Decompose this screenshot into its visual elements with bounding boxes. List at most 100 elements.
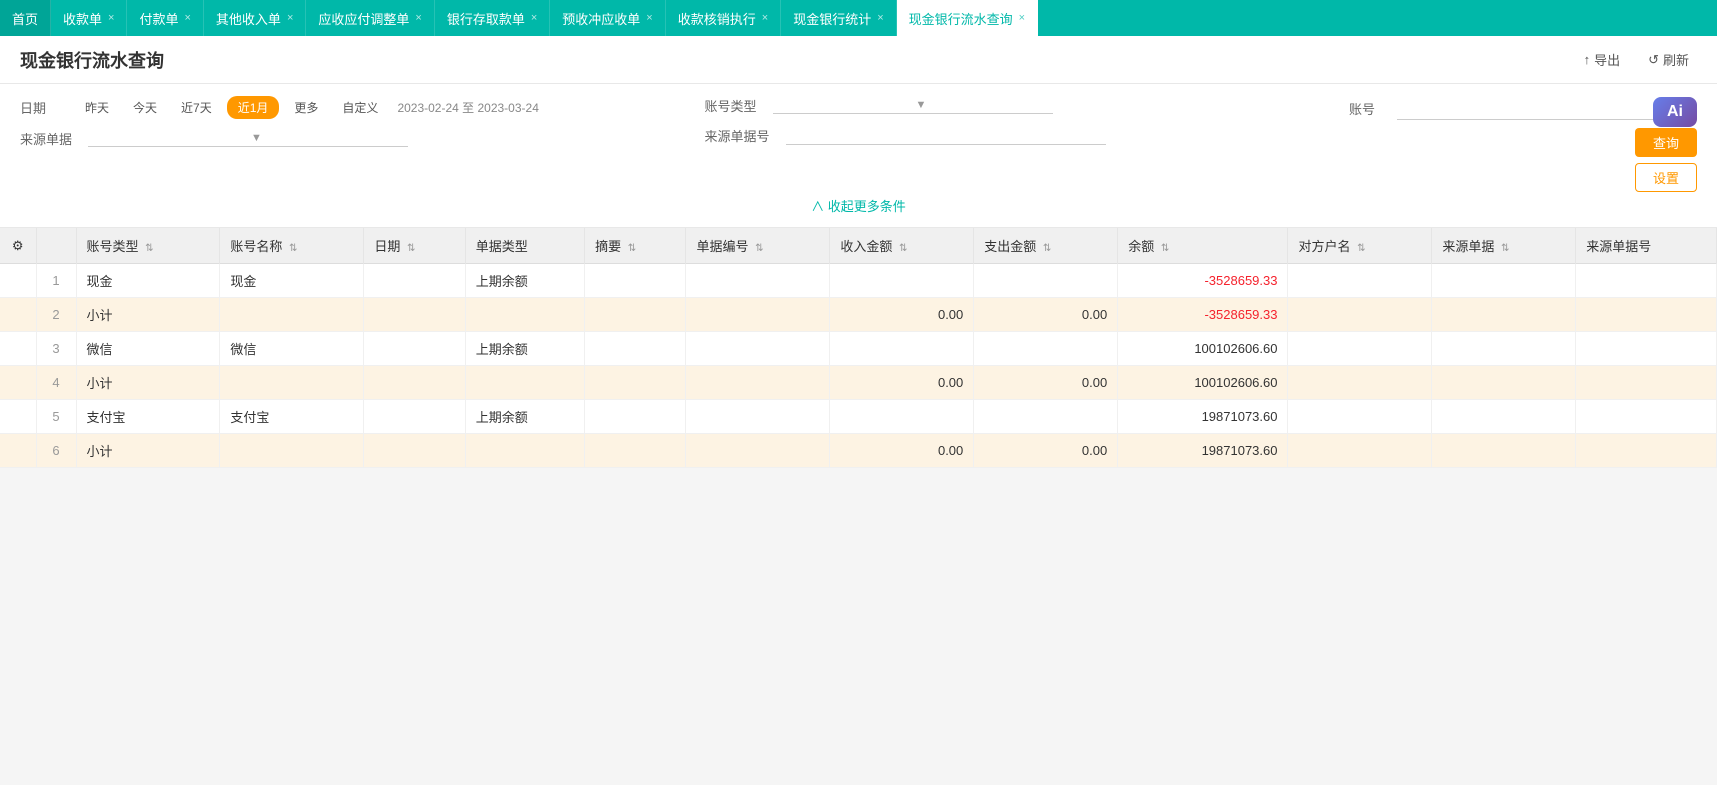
nav-cash-flow-close[interactable]: × xyxy=(1019,12,1025,24)
nav-adjustment-close[interactable]: × xyxy=(415,12,421,24)
nav-write-off[interactable]: 收款核销执行 × xyxy=(666,0,781,36)
action-buttons: 查询 设置 xyxy=(1635,128,1697,192)
date-opt-custom[interactable]: 自定义 xyxy=(333,96,387,119)
nav-other-income[interactable]: 其他收入单 × xyxy=(204,0,306,36)
row-doc-no xyxy=(686,434,830,468)
collapse-label: ∧ 收起更多条件 xyxy=(811,199,906,214)
nav-cash-stat-label: 现金银行统计 xyxy=(793,9,871,28)
col-doc-type[interactable]: 单据类型 xyxy=(465,228,584,264)
col-gear: ⚙ xyxy=(0,228,36,264)
date-opt-more[interactable]: 更多 xyxy=(285,96,327,119)
nav-prepay[interactable]: 预收冲应收单 × xyxy=(550,0,665,36)
collapse-bar[interactable]: ∧ 收起更多条件 xyxy=(20,192,1697,219)
refresh-label: 刷新 xyxy=(1663,50,1689,69)
col-account-type[interactable]: 账号类型 ⇅ xyxy=(76,228,220,264)
account-type-select[interactable]: ▼ xyxy=(773,97,1053,114)
gear-icon[interactable]: ⚙ xyxy=(12,238,24,253)
nav-adjustment-label: 应收应付调整单 xyxy=(318,9,409,28)
query-button[interactable]: 查询 xyxy=(1635,128,1697,157)
row-doc-no xyxy=(686,264,830,298)
row-summary xyxy=(585,400,686,434)
export-label: 导出 xyxy=(1594,50,1620,69)
col-doc-no[interactable]: 单据编号 ⇅ xyxy=(686,228,830,264)
col-date[interactable]: 日期 ⇅ xyxy=(364,228,465,264)
source-doc-no-label: 来源单据号 xyxy=(705,126,770,145)
col-summary[interactable]: 摘要 ⇅ xyxy=(585,228,686,264)
nav-payment-close[interactable]: × xyxy=(184,12,190,24)
col-income[interactable]: 收入金额 ⇅ xyxy=(830,228,974,264)
row-balance: -3528659.33 xyxy=(1118,264,1288,298)
page-title: 现金银行流水查询 xyxy=(20,47,164,73)
filter-row-date: 日期 昨天 今天 近7天 近1月 更多 自定义 2023-02-24 至 202… xyxy=(20,96,645,119)
row-source-doc xyxy=(1432,400,1576,434)
row-gear-cell xyxy=(0,298,36,332)
ai-badge[interactable]: Ai xyxy=(1653,97,1697,127)
col-account-name[interactable]: 账号名称 ⇅ xyxy=(220,228,364,264)
row-source-doc-no xyxy=(1576,366,1717,400)
row-account-name xyxy=(220,434,364,468)
row-source-doc xyxy=(1432,366,1576,400)
col-balance[interactable]: 余额 ⇅ xyxy=(1118,228,1288,264)
nav-home-label: 首页 xyxy=(12,9,38,28)
row-account-type: 支付宝 xyxy=(76,400,220,434)
nav-receipt-close[interactable]: × xyxy=(108,12,114,24)
row-doc-no xyxy=(686,400,830,434)
nav-prepay-label: 预收冲应收单 xyxy=(562,9,640,28)
date-opt-yesterday[interactable]: 昨天 xyxy=(76,96,118,119)
nav-home[interactable]: 首页 xyxy=(0,0,51,36)
nav-prepay-close[interactable]: × xyxy=(646,12,652,24)
row-counterpart xyxy=(1288,400,1432,434)
export-button[interactable]: ↑ 导出 xyxy=(1576,46,1629,73)
col-source-doc-no[interactable]: 来源单据号 xyxy=(1576,228,1717,264)
row-seq: 2 xyxy=(36,298,76,332)
date-opt-1month[interactable]: 近1月 xyxy=(227,96,280,119)
row-source-doc-no xyxy=(1576,298,1717,332)
row-income xyxy=(830,264,974,298)
row-doc-type xyxy=(465,298,584,332)
nav-adjustment[interactable]: 应收应付调整单 × xyxy=(306,0,434,36)
sort-source-doc-icon: ⇅ xyxy=(1501,243,1509,254)
table-row: 2 小计 0.00 0.00 -3528659.33 xyxy=(0,298,1717,332)
nav-payment[interactable]: 付款单 × xyxy=(127,0,203,36)
col-source-doc[interactable]: 来源单据 ⇅ xyxy=(1432,228,1576,264)
account-input[interactable] xyxy=(1397,98,1673,117)
nav-cash-flow-label: 现金银行流水查询 xyxy=(909,9,1013,28)
nav-receipt[interactable]: 收款单 × xyxy=(51,0,127,36)
sort-account-name-icon: ⇅ xyxy=(289,243,297,254)
refresh-button[interactable]: ↺ 刷新 xyxy=(1640,46,1697,73)
nav-cash-flow[interactable]: 现金银行流水查询 × xyxy=(897,0,1038,36)
filter-row-source: 来源单据 ▼ xyxy=(20,129,645,148)
nav-bank-deposit-close[interactable]: × xyxy=(531,12,537,24)
header-actions: ↑ 导出 ↺ 刷新 xyxy=(1576,46,1697,73)
data-table: ⚙ 账号类型 ⇅ 账号名称 ⇅ 日期 ⇅ 单据类型 摘要 ⇅ 单据编号 ⇅ 收入… xyxy=(0,228,1717,468)
source-doc-select[interactable]: ▼ xyxy=(88,130,408,147)
nav-bank-deposit[interactable]: 银行存取款单 × xyxy=(435,0,550,36)
row-source-doc xyxy=(1432,298,1576,332)
row-summary xyxy=(585,332,686,366)
row-expense xyxy=(974,264,1118,298)
row-doc-type xyxy=(465,434,584,468)
settings-button[interactable]: 设置 xyxy=(1635,163,1697,192)
row-doc-no xyxy=(686,298,830,332)
row-account-type: 小计 xyxy=(76,434,220,468)
date-opt-today[interactable]: 今天 xyxy=(124,96,166,119)
row-doc-type xyxy=(465,366,584,400)
sort-summary-icon: ⇅ xyxy=(628,243,636,254)
row-counterpart xyxy=(1288,298,1432,332)
nav-write-off-close[interactable]: × xyxy=(762,12,768,24)
row-expense: 0.00 xyxy=(974,366,1118,400)
row-source-doc-no xyxy=(1576,400,1717,434)
filter-row-account-type: 账号类型 ▼ xyxy=(705,96,1330,115)
date-opt-7days[interactable]: 近7天 xyxy=(172,96,221,119)
nav-cash-stat-close[interactable]: × xyxy=(877,12,883,24)
source-doc-no-input[interactable] xyxy=(786,125,1106,145)
nav-cash-stat[interactable]: 现金银行统计 × xyxy=(781,0,896,36)
col-expense[interactable]: 支出金额 ⇅ xyxy=(974,228,1118,264)
page-header: 现金银行流水查询 ↑ 导出 ↺ 刷新 xyxy=(0,36,1717,84)
row-income: 0.00 xyxy=(830,366,974,400)
col-counterpart[interactable]: 对方户名 ⇅ xyxy=(1288,228,1432,264)
nav-other-income-close[interactable]: × xyxy=(287,12,293,24)
sort-balance-icon: ⇅ xyxy=(1161,243,1169,254)
nav-bank-deposit-label: 银行存取款单 xyxy=(447,9,525,28)
row-summary xyxy=(585,434,686,468)
